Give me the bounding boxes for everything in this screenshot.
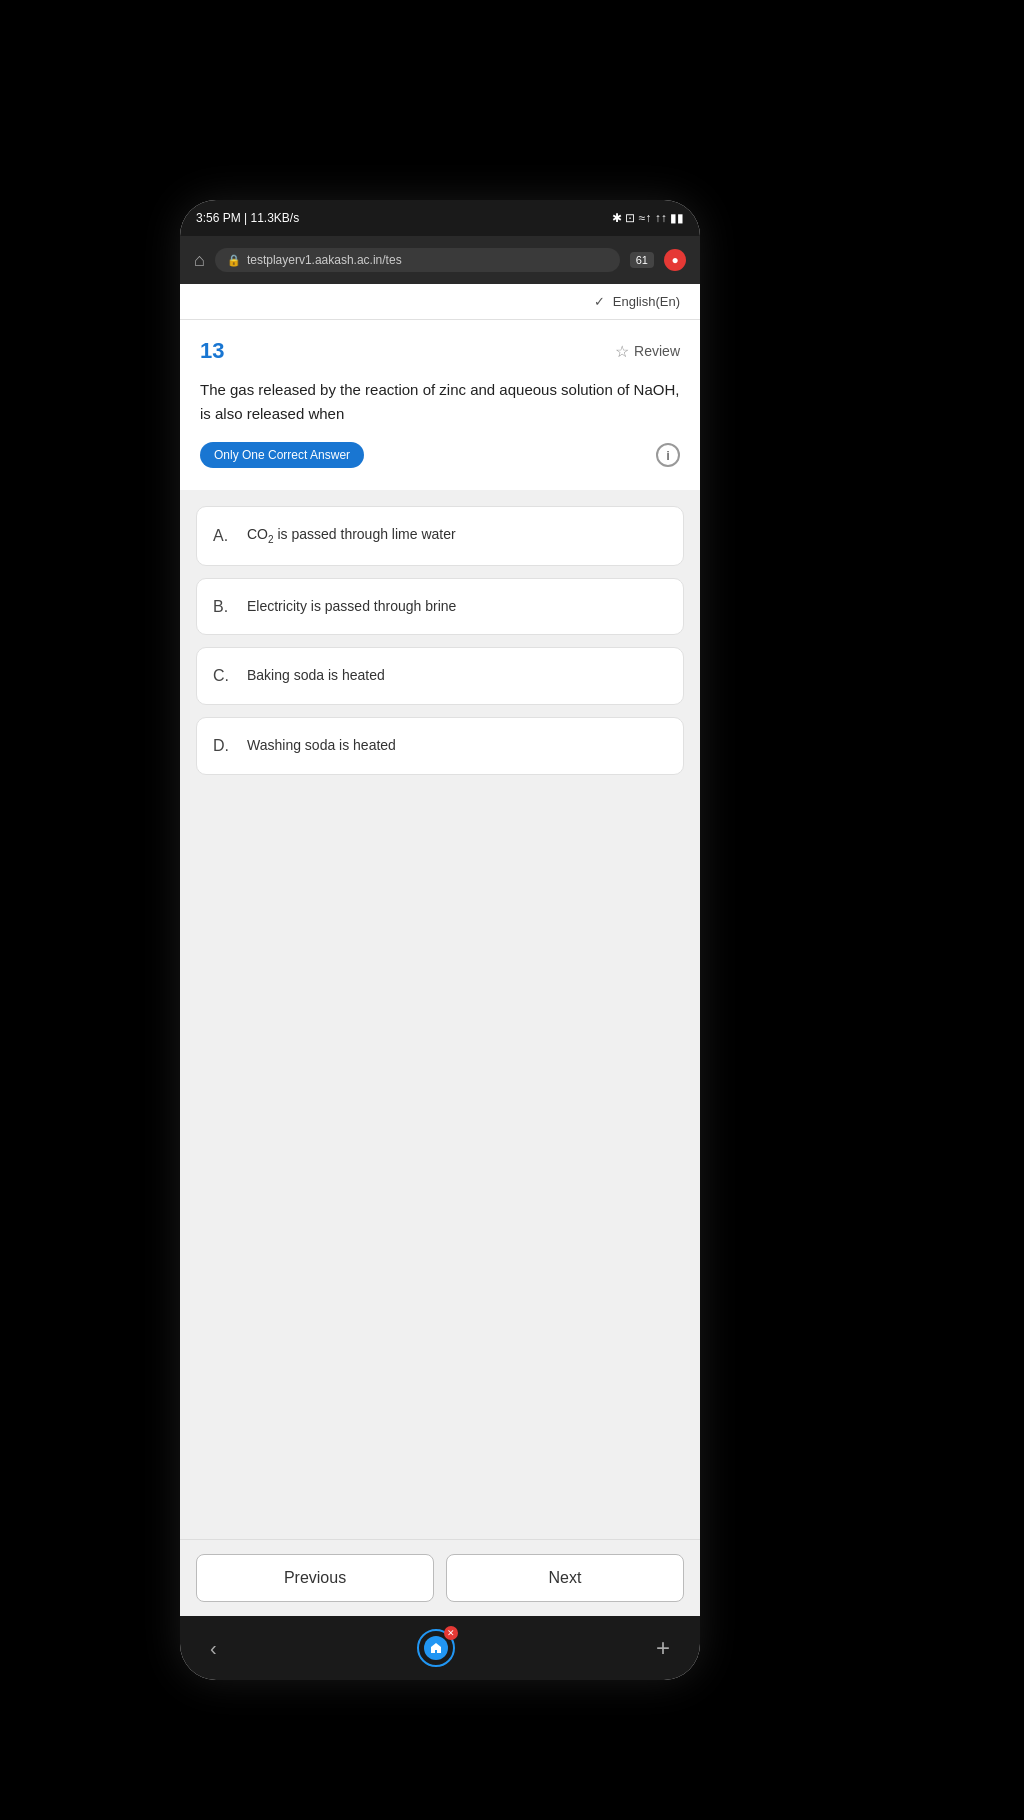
option-b[interactable]: B. Electricity is passed through brine (196, 578, 684, 636)
answer-type-badge: Only One Correct Answer (200, 442, 364, 468)
home-button[interactable]: ✕ (417, 1629, 455, 1667)
badge-row: Only One Correct Answer i (200, 442, 680, 468)
question-number: 13 (200, 338, 224, 364)
language-bar[interactable]: ✓ English(En) (180, 284, 700, 320)
next-button[interactable]: Next (446, 1554, 684, 1602)
tab-badge[interactable]: 61 (630, 252, 654, 268)
options-area: A. CO2 is passed through lime water B. E… (180, 490, 700, 803)
option-a[interactable]: A. CO2 is passed through lime water (196, 506, 684, 566)
phone-frame: 3:56 PM | 11.3KB/s ✱ ⊡ ≈↑ ↑↑ ▮▮ ⌂ 🔒 test… (180, 200, 700, 1680)
option-d[interactable]: D. Washing soda is heated (196, 717, 684, 775)
option-a-letter: A. (213, 527, 233, 545)
question-header: 13 ☆ Review (200, 338, 680, 364)
status-icons: ✱ ⊡ ≈↑ ↑↑ ▮▮ (612, 211, 684, 225)
option-d-letter: D. (213, 737, 233, 755)
close-badge: ✕ (444, 1626, 458, 1640)
check-icon: ✓ (594, 294, 605, 309)
option-b-text: Electricity is passed through brine (247, 597, 456, 617)
browser-bar: ⌂ 🔒 testplayerv1.aakash.ac.in/tes 61 ● (180, 236, 700, 284)
option-c-letter: C. (213, 667, 233, 685)
status-bar: 3:56 PM | 11.3KB/s ✱ ⊡ ≈↑ ↑↑ ▮▮ (180, 200, 700, 236)
home-browser-icon[interactable]: ⌂ (194, 250, 205, 271)
star-icon: ☆ (615, 342, 629, 361)
status-time: 3:56 PM | 11.3KB/s (196, 211, 299, 225)
option-b-letter: B. (213, 598, 233, 616)
language-label: English(En) (613, 294, 680, 309)
bottom-navigation: Previous Next (180, 1539, 700, 1616)
address-bar[interactable]: 🔒 testplayerv1.aakash.ac.in/tes (215, 248, 620, 272)
plus-button[interactable]: + (656, 1634, 670, 1662)
lock-icon: 🔒 (227, 254, 241, 267)
option-c-text: Baking soda is heated (247, 666, 385, 686)
home-button-inner (424, 1636, 448, 1660)
question-text: The gas released by the reaction of zinc… (200, 378, 680, 426)
option-d-text: Washing soda is heated (247, 736, 396, 756)
option-a-text: CO2 is passed through lime water (247, 525, 456, 547)
back-button[interactable]: ‹ (210, 1637, 217, 1660)
review-label: Review (634, 343, 680, 359)
info-icon[interactable]: i (656, 443, 680, 467)
content-area: ✓ English(En) 13 ☆ Review The gas releas… (180, 284, 700, 1600)
question-area: 13 ☆ Review The gas released by the reac… (180, 320, 700, 490)
option-c[interactable]: C. Baking soda is heated (196, 647, 684, 705)
review-button[interactable]: ☆ Review (615, 342, 680, 361)
home-icon (430, 1642, 442, 1654)
url-text: testplayerv1.aakash.ac.in/tes (247, 253, 402, 267)
previous-button[interactable]: Previous (196, 1554, 434, 1602)
record-button[interactable]: ● (664, 249, 686, 271)
android-nav-bar: ‹ ✕ + (180, 1616, 700, 1680)
